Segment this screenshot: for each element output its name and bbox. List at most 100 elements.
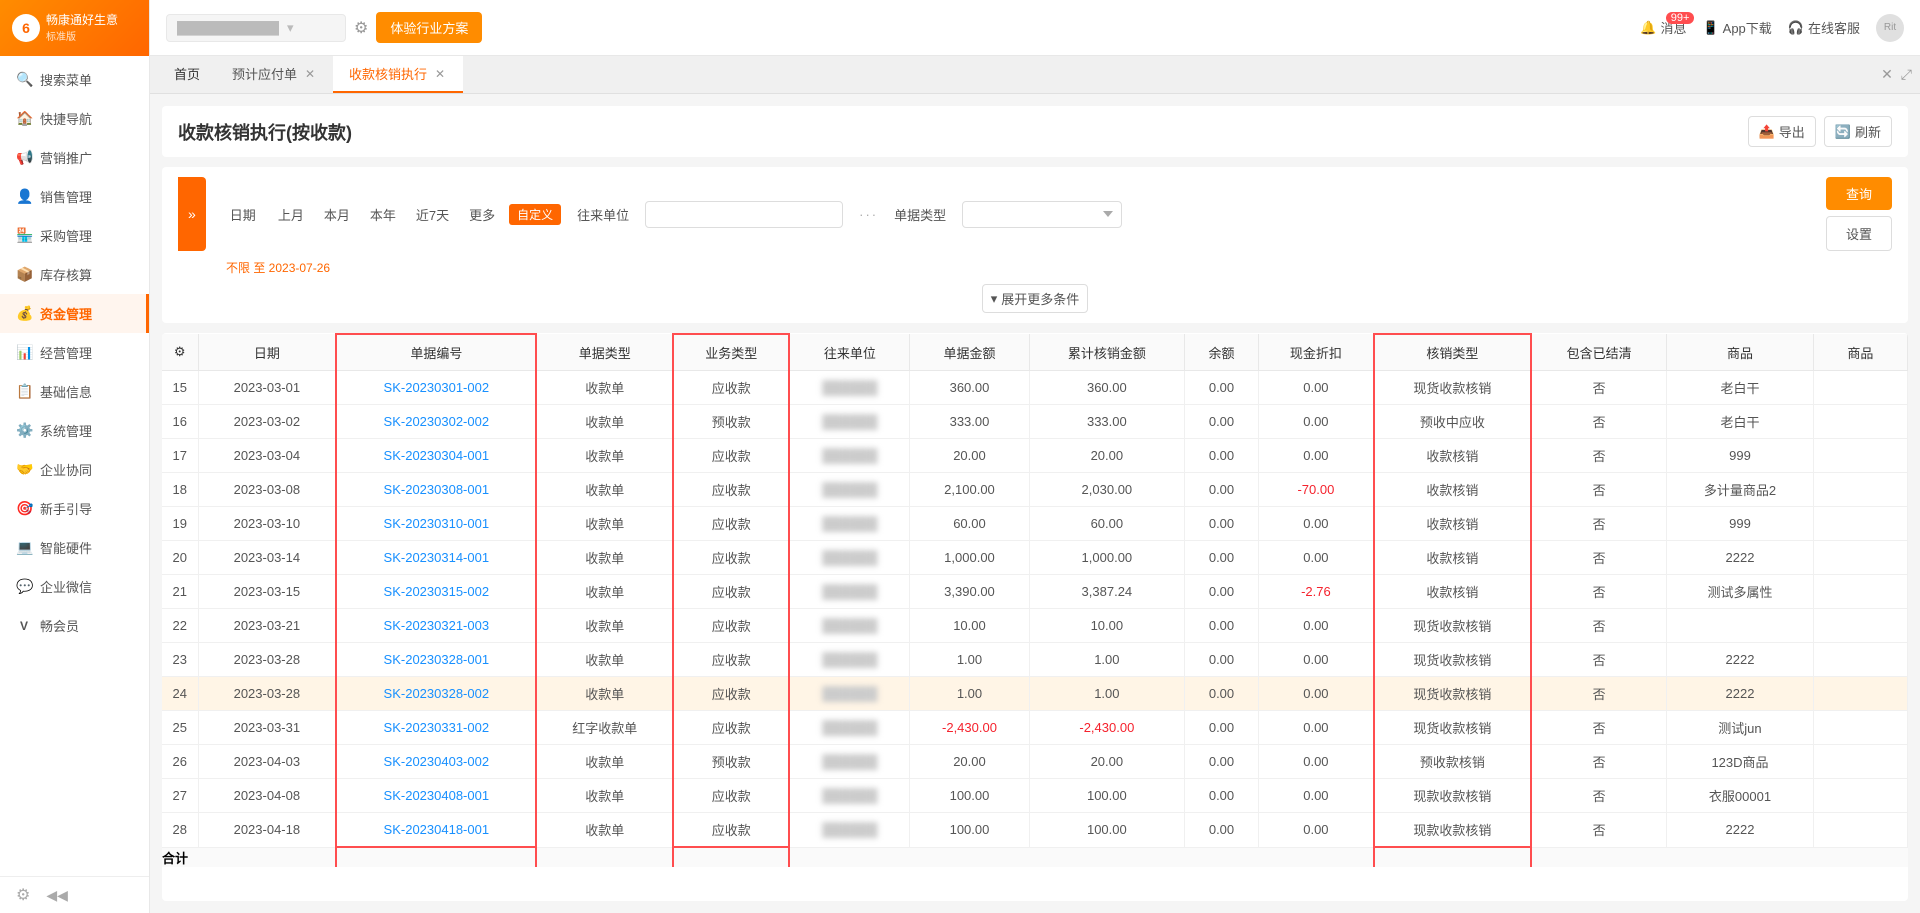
bill-no-link[interactable]: SK-20230301-002 xyxy=(384,380,490,395)
date-custom-btn[interactable]: 自定义 xyxy=(509,204,561,225)
date-more-btn[interactable]: 更多 xyxy=(463,202,501,227)
cell-product2 xyxy=(1813,405,1907,439)
th-verify-type[interactable]: 核销类型 xyxy=(1374,334,1531,371)
bill-no-link[interactable]: SK-20230328-002 xyxy=(384,686,490,701)
table-scroll[interactable]: ⚙ 日期 单据编号 单据类型 业务类型 往来单位 单据金额 累计核销金额 余额 … xyxy=(162,333,1908,901)
cell-balance: 0.00 xyxy=(1185,609,1259,643)
query-button[interactable]: 查询 xyxy=(1826,177,1892,210)
th-product1[interactable]: 商品 xyxy=(1667,334,1813,371)
sidebar-item-ops[interactable]: 📊 经营管理 xyxy=(0,333,149,372)
th-partner[interactable]: 往来单位 xyxy=(789,334,910,371)
message-button[interactable]: 🔔 消息 99+ xyxy=(1640,18,1686,37)
sidebar-item-inventory[interactable]: 📦 库存核算 xyxy=(0,255,149,294)
date-7days-btn[interactable]: 近7天 xyxy=(410,202,455,227)
filter-date-options: 上月 本月 本年 近7天 更多 自定义 xyxy=(272,202,561,227)
tab-close-prepay[interactable]: ✕ xyxy=(303,67,317,81)
th-balance[interactable]: 余额 xyxy=(1185,334,1259,371)
cell-bill-type: 收款单 xyxy=(536,813,673,848)
bill-no-link[interactable]: SK-20230314-001 xyxy=(384,550,490,565)
settings-footer-icon[interactable]: ⚙ xyxy=(16,885,30,905)
cell-product2 xyxy=(1813,507,1907,541)
sidebar-item-wechat[interactable]: 💬 企业微信 xyxy=(0,567,149,606)
bill-no-link[interactable]: SK-20230310-001 xyxy=(384,516,490,531)
inventory-icon: 📦 xyxy=(16,266,32,283)
sidebar-item-quick-nav[interactable]: 🏠 快捷导航 xyxy=(0,99,149,138)
th-product2[interactable]: 商品 xyxy=(1813,334,1907,371)
th-included[interactable]: 包含已结清 xyxy=(1531,334,1667,371)
user-avatar[interactable]: Rit xyxy=(1876,14,1904,42)
refresh-button[interactable]: 🔄 刷新 xyxy=(1824,116,1892,147)
export-button[interactable]: 📤 导出 xyxy=(1748,116,1816,147)
bill-no-link[interactable]: SK-20230302-002 xyxy=(384,414,490,429)
bill-no-link[interactable]: SK-20230408-001 xyxy=(384,788,490,803)
gear-icon[interactable]: ⚙ xyxy=(354,18,368,38)
bill-no-link[interactable]: SK-20230328-001 xyxy=(384,652,490,667)
th-cum-amount[interactable]: 累计核销金额 xyxy=(1029,334,1184,371)
tab-label: 预计应付单 xyxy=(232,64,297,83)
cell-bill-type: 收款单 xyxy=(536,405,673,439)
sidebar-item-base[interactable]: 📋 基础信息 xyxy=(0,372,149,411)
sidebar-item-sales[interactable]: 👤 销售管理 xyxy=(0,177,149,216)
partner-filter-input[interactable] xyxy=(645,201,843,228)
date-last-month-btn[interactable]: 上月 xyxy=(272,202,310,227)
cell-partner: ██████ xyxy=(789,813,910,848)
bill-type-filter-select[interactable] xyxy=(962,201,1122,228)
table-row: 27 2023-04-08 SK-20230408-001 收款单 应收款 ██… xyxy=(162,779,1908,813)
tab-collection[interactable]: 收款核销执行 ✕ xyxy=(333,56,463,93)
bill-no-link[interactable]: SK-20230418-001 xyxy=(384,822,490,837)
bill-no-link[interactable]: SK-20230331-002 xyxy=(384,720,490,735)
table-body: 15 2023-03-01 SK-20230301-002 收款单 应收款 ██… xyxy=(162,371,1908,848)
settings-button[interactable]: 设置 xyxy=(1826,216,1892,251)
expand-more-button[interactable]: ▾ 展开更多条件 xyxy=(982,284,1089,313)
date-this-year-btn[interactable]: 本年 xyxy=(364,202,402,227)
sidebar-item-marketing[interactable]: 📢 营销推广 xyxy=(0,138,149,177)
tab-expand-button[interactable]: ⤢ xyxy=(1901,66,1912,83)
th-bill-type[interactable]: 单据类型 xyxy=(536,334,673,371)
cell-discount: 0.00 xyxy=(1258,745,1373,779)
sidebar-item-guide[interactable]: 🎯 新手引导 xyxy=(0,489,149,528)
cell-cum-amount: 20.00 xyxy=(1029,745,1184,779)
bill-no-link[interactable]: SK-20230308-001 xyxy=(384,482,490,497)
tab-prepay[interactable]: 预计应付单 ✕ xyxy=(216,56,333,93)
tab-close-all-button[interactable]: ✕ xyxy=(1881,66,1893,83)
th-discount[interactable]: 现金折扣 xyxy=(1258,334,1373,371)
cell-product1: 老白干 xyxy=(1667,371,1813,405)
cell-date: 2023-03-21 xyxy=(198,609,336,643)
sidebar-item-label: 企业微信 xyxy=(40,577,92,596)
filter-expand-button[interactable]: » xyxy=(178,177,206,251)
main-content: ████████████ ▾ ⚙ 体验行业方案 🔔 消息 99+ 📱 App下载… xyxy=(150,0,1920,913)
bill-no-link[interactable]: SK-20230321-003 xyxy=(384,618,490,633)
cell-cum-amount: 100.00 xyxy=(1029,779,1184,813)
cell-product2 xyxy=(1813,677,1907,711)
cell-product1: 衣服00001 xyxy=(1667,779,1813,813)
sidebar-item-finance[interactable]: 💰 资金管理 xyxy=(0,294,149,333)
tab-close-collection[interactable]: ✕ xyxy=(433,67,447,81)
bill-no-link[interactable]: SK-20230315-002 xyxy=(384,584,490,599)
header-search-box[interactable]: ████████████ ▾ xyxy=(166,14,346,42)
ops-icon: 📊 xyxy=(16,344,32,361)
solution-button[interactable]: 体验行业方案 xyxy=(376,12,482,43)
tab-home[interactable]: 首页 xyxy=(158,56,216,93)
cell-product1: 999 xyxy=(1667,439,1813,473)
sidebar-item-corp[interactable]: 🤝 企业协同 xyxy=(0,450,149,489)
sidebar-item-purchase[interactable]: 🏪 采购管理 xyxy=(0,216,149,255)
bill-no-link[interactable]: SK-20230304-001 xyxy=(384,448,490,463)
sidebar-item-system[interactable]: ⚙️ 系统管理 xyxy=(0,411,149,450)
sidebar-item-member[interactable]: V 畅会员 xyxy=(0,606,149,645)
th-biz-type[interactable]: 业务类型 xyxy=(673,334,789,371)
th-date[interactable]: 日期 xyxy=(198,334,336,371)
sidebar-item-hardware[interactable]: 💻 智能硬件 xyxy=(0,528,149,567)
app-download-button[interactable]: 📱 App下载 xyxy=(1702,18,1771,37)
th-settings[interactable]: ⚙ xyxy=(162,334,198,371)
sidebar-item-search[interactable]: 🔍 搜索菜单 xyxy=(0,60,149,99)
th-amount[interactable]: 单据金额 xyxy=(910,334,1029,371)
cell-balance: 0.00 xyxy=(1185,405,1259,439)
bill-type-filter-label: 单据类型 xyxy=(894,205,946,224)
bill-no-link[interactable]: SK-20230403-002 xyxy=(384,754,490,769)
service-button[interactable]: 🎧 在线客服 xyxy=(1788,18,1860,37)
cell-date: 2023-04-18 xyxy=(198,813,336,848)
th-bill-no[interactable]: 单据编号 xyxy=(336,334,536,371)
cell-balance: 0.00 xyxy=(1185,575,1259,609)
collapse-icon[interactable]: ◀◀ xyxy=(46,887,68,904)
date-this-month-btn[interactable]: 本月 xyxy=(318,202,356,227)
